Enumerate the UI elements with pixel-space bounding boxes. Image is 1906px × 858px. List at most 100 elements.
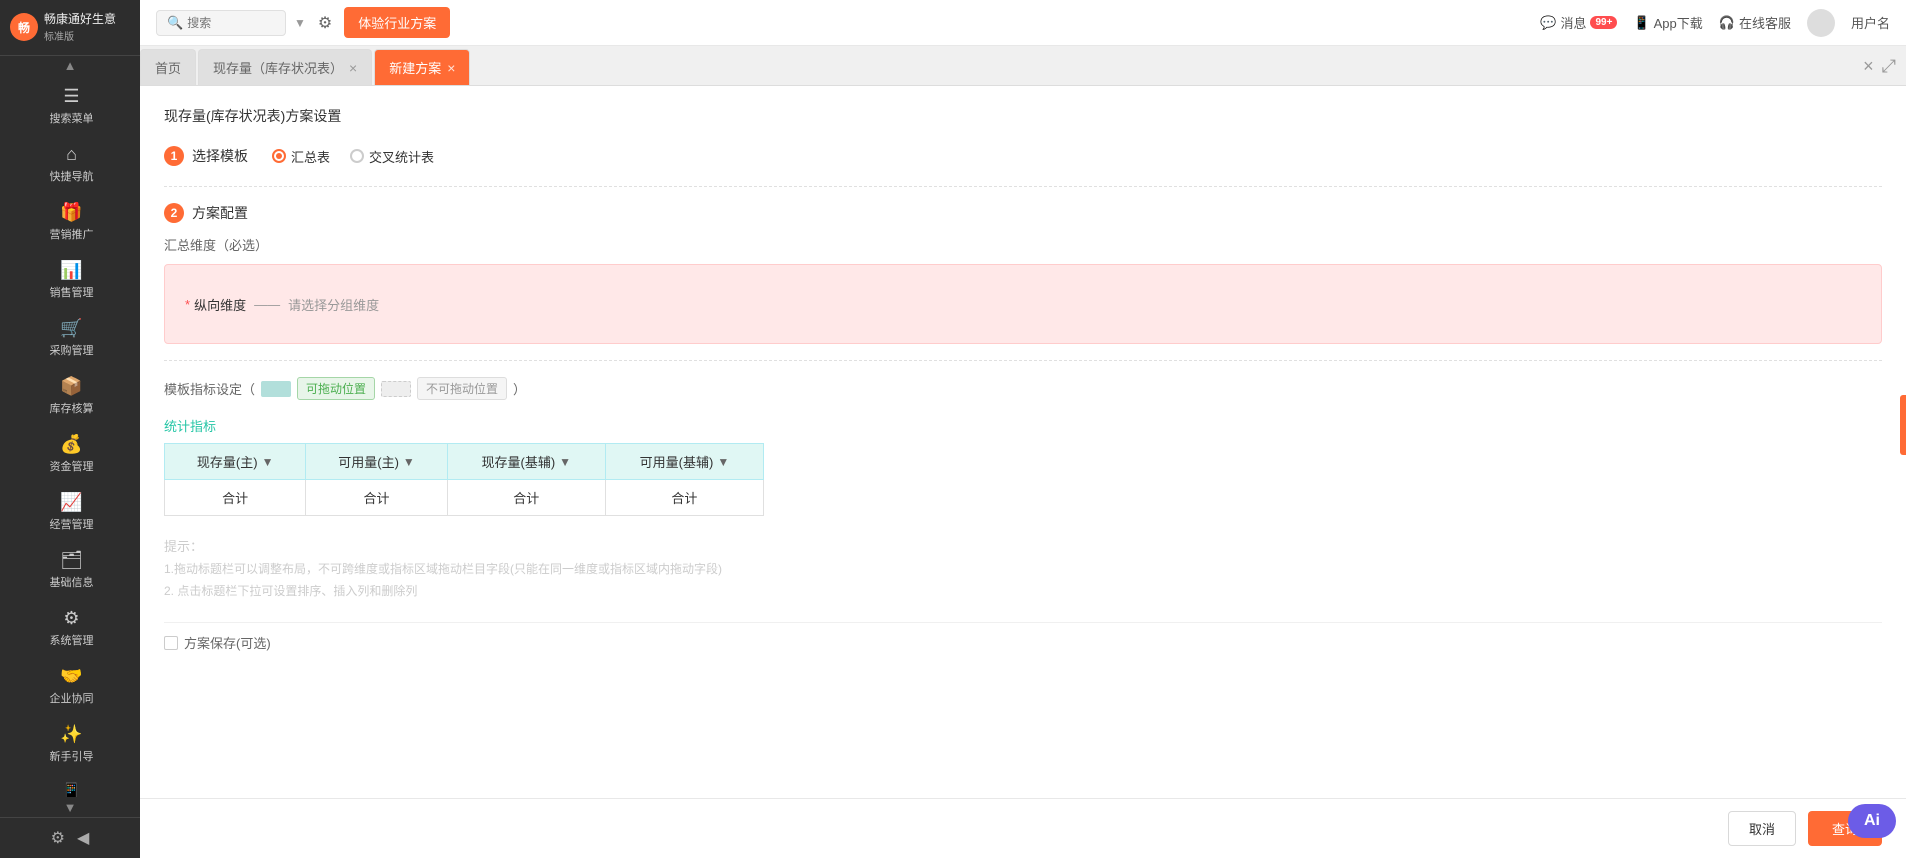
topbar-dropdown-icon[interactable]: ▼ [294,16,306,30]
col-name: 现存量(主) [197,452,258,471]
col-dropdown-icon[interactable]: ▼ [559,455,571,469]
username[interactable]: 用户名 [1851,13,1890,32]
step1-badge: 1 [164,146,184,166]
cancel-button[interactable]: 取消 [1728,811,1796,846]
sidebar-label-search-menu: 搜索菜单 [50,110,94,126]
footer-bar: 取消 查询 [140,798,1906,858]
sidebar-icon-operations: 📈 [60,492,82,513]
tab-inventory-status[interactable]: 现存量（库存状况表） × [198,49,372,85]
messages-label: 消息 [1560,13,1586,32]
stats-col-header[interactable]: 可用量(基辅)▼ [605,444,763,480]
right-edge-indicator[interactable] [1900,395,1906,455]
stats-title: 统计指标 [164,416,1882,435]
service-button[interactable]: 🎧 在线客服 [1719,13,1791,32]
dimension-label: 纵向维度 [194,295,246,314]
content-panel: 现存量(库存状况表)方案设置 1 选择模板 汇总表 交叉统计表 [140,86,1906,858]
sidebar-logo: 畅 畅康通好生意 标准版 [0,0,140,56]
sidebar-menu: ☰ 搜索菜单 ⌂ 快捷导航 🎁 营销推广 📊 销售管理 🛒 采购管理 📦 库存核… [0,76,140,797]
radio-summary[interactable]: 汇总表 [272,147,330,166]
col-dropdown-icon[interactable]: ▼ [262,455,274,469]
stats-col-header[interactable]: 现存量(主) ▼ [165,444,306,480]
sidebar-item-search-menu[interactable]: ☰ 搜索菜单 [0,76,140,134]
sidebar-bottom: ⚙ ◀ [0,817,140,858]
sidebar-scroll-up[interactable]: ▲ [0,56,140,76]
radio-summary-circle [272,149,286,163]
step1-header: 1 选择模板 汇总表 交叉统计表 [164,146,1882,166]
dimension-box[interactable]: * 纵向维度 —— 请选择分组维度 [164,264,1882,344]
tips-section: 提示： 1.拖动标题栏可以调整布局，不可跨维度或指标区域拖动栏目字段(只能在同一… [164,536,1882,602]
stats-col-agg: 合计 [447,480,605,516]
sidebar-item-finance[interactable]: 💰 资金管理 [0,424,140,482]
sidebar-label-enterprise: 企业协同 [50,690,94,706]
sidebar-item-inventory[interactable]: 📦 库存核算 [0,366,140,424]
main-area: 🔍 ▼ ⚙ 体验行业方案 💬 消息 99+ 📱 App下载 🎧 在线客服 用户名 [140,0,1906,858]
required-mark: * [185,297,190,312]
step2-title: 方案配置 [192,203,248,223]
step2-header: 2 方案配置 [164,203,1882,223]
sidebar-icon-finance: 💰 [60,434,82,455]
divider-1 [164,186,1882,187]
stats-col-header[interactable]: 现存量(基辅)▼ [447,444,605,480]
indicator-close-paren: ） [513,379,526,398]
step2-badge: 2 [164,203,184,223]
col-name: 可用量(基辅) [640,452,714,471]
tab-new-scheme[interactable]: 新建方案 × [374,49,470,85]
sidebar-scroll-down[interactable]: ▼ [0,797,140,817]
stats-table: 现存量(主)▼可用量(主)▼现存量(基辅)▼可用量(基辅)▼ 合计合计合计合计 [164,443,764,516]
sidebar-item-sales[interactable]: 📊 销售管理 [0,250,140,308]
col-dropdown-icon[interactable]: ▼ [717,455,729,469]
sidebar-label-purchase: 采购管理 [50,342,94,358]
tab-new-scheme-close[interactable]: × [447,61,455,75]
tab-new-scheme-label: 新建方案 [389,58,441,77]
trial-button[interactable]: 体验行业方案 [344,7,450,38]
tab-home[interactable]: 首页 [140,49,196,85]
sidebar-icon-quick-nav: ⌂ [66,144,77,165]
sidebar-icon-app-center: 📱 [60,782,82,797]
sidebar-label-sales: 销售管理 [50,284,94,300]
template-radio-group: 汇总表 交叉统计表 [272,147,434,166]
logo-badge: 标准版 [44,28,116,43]
sidebar-item-app-center[interactable]: 📱 应用中心 [0,772,140,797]
sidebar-label-operations: 经营管理 [50,516,94,532]
sidebar-icon-sales: 📊 [60,260,82,281]
save-label: 方案保存(可选) [184,633,271,652]
stats-agg-row: 合计合计合计合计 [165,480,764,516]
app-download-button[interactable]: 📱 App下载 [1633,13,1702,32]
search-icon: 🔍 [167,15,183,31]
topbar-settings-icon[interactable]: ⚙ [318,13,332,33]
sidebar-toggle-btn[interactable]: ◀ [75,826,91,850]
topbar: 🔍 ▼ ⚙ 体验行业方案 💬 消息 99+ 📱 App下载 🎧 在线客服 用户名 [140,0,1906,46]
sidebar-item-system[interactable]: ⚙ 系统管理 [0,598,140,656]
window-controls: × ⤢ [1853,86,1906,87]
stats-col-agg: 合计 [165,480,306,516]
search-box[interactable]: 🔍 [156,10,286,36]
save-option: 方案保存(可选) [164,622,1882,662]
sidebar-item-operations[interactable]: 📈 经营管理 [0,482,140,540]
sidebar-item-purchase[interactable]: 🛒 采购管理 [0,308,140,366]
tab-inventory-close[interactable]: × [349,61,357,75]
dimension-section-label: 汇总维度（必选） [164,235,1882,254]
sidebar-label-inventory: 库存核算 [50,400,94,416]
movable-label: 可拖动位置 [297,377,375,400]
stats-col-header[interactable]: 可用量(主)▼ [306,444,447,480]
sidebar-item-marketing[interactable]: 🎁 营销推广 [0,192,140,250]
sidebar-item-enterprise[interactable]: 🤝 企业协同 [0,656,140,714]
col-dropdown-icon[interactable]: ▼ [403,455,415,469]
sidebar-settings-btn[interactable]: ⚙ [49,826,67,850]
sidebar-label-basic-info: 基础信息 [50,574,94,590]
sidebar-item-newcomer[interactable]: ✨ 新手引导 [0,714,140,772]
stats-header-row: 现存量(主)▼可用量(主)▼现存量(基辅)▼可用量(基辅)▼ [165,444,764,480]
movable-demo [261,381,291,397]
sidebar-icon-search-menu: ☰ [63,86,79,107]
messages-button[interactable]: 💬 消息 99+ [1540,13,1617,32]
radio-cross[interactable]: 交叉统计表 [350,147,434,166]
sidebar-item-quick-nav[interactable]: ⌂ 快捷导航 [0,134,140,192]
search-input[interactable] [187,16,267,30]
radio-cross-circle [350,149,364,163]
stats-col-agg: 合计 [605,480,763,516]
ai-badge[interactable]: Ai [1848,804,1896,838]
save-checkbox[interactable] [164,636,178,650]
sidebar-item-basic-info[interactable]: 🗂 基础信息 [0,540,140,598]
stats-col-agg: 合计 [306,480,447,516]
sidebar-label-quick-nav: 快捷导航 [50,168,94,184]
